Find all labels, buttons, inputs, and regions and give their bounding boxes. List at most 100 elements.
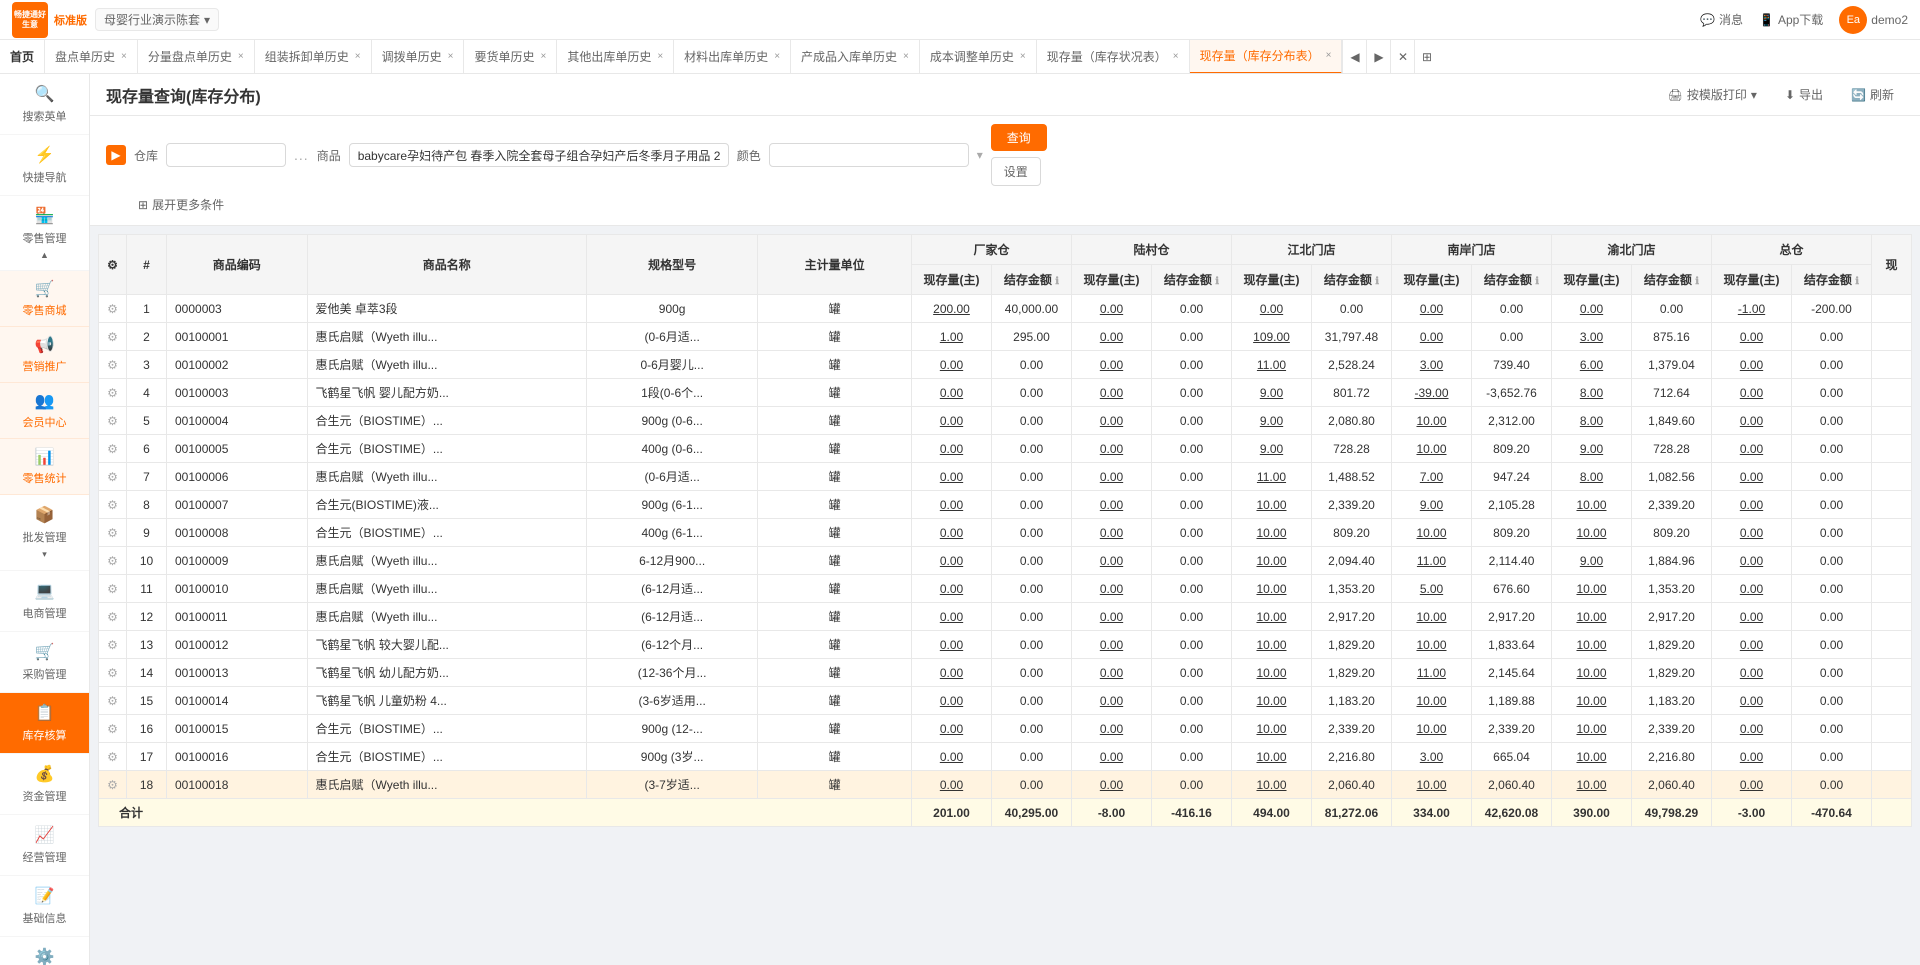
table-cell-num[interactable]: 0.00 — [912, 687, 992, 715]
color-input[interactable] — [769, 143, 969, 167]
print-btn[interactable]: 🖨 按模版打印 ▾ — [1658, 82, 1767, 107]
tab-home[interactable]: 首页 — [0, 40, 45, 74]
tab-inventory-status[interactable]: 现存量（库存状况表） × — [1037, 40, 1190, 74]
table-cell-num[interactable]: 200.00 — [912, 295, 992, 323]
table-cell-num[interactable]: 8.00 — [1552, 463, 1632, 491]
sidebar-item-marketing[interactable]: 📢 营销推广 — [0, 327, 89, 383]
tab-stock[interactable]: 盘点单历史 × — [45, 40, 138, 74]
table-cell-num[interactable]: 0.00 — [912, 659, 992, 687]
table-cell-num[interactable]: 10.00 — [1232, 715, 1312, 743]
table-cell-num[interactable]: 0.00 — [1072, 295, 1152, 323]
th-gear[interactable]: ⚙ — [99, 235, 127, 295]
table-cell-num[interactable]: 0.00 — [1072, 379, 1152, 407]
table-cell-num[interactable]: 0.00 — [1712, 435, 1792, 463]
table-cell-num[interactable]: 0.00 — [1712, 743, 1792, 771]
table-cell-num[interactable]: 0.00 — [1712, 547, 1792, 575]
sidebar-item-retail-stats[interactable]: 📊 零售统计 — [0, 439, 89, 495]
table-cell-num[interactable]: 0.00 — [1072, 323, 1152, 351]
table-cell-num[interactable]: 0.00 — [1712, 715, 1792, 743]
table-cell-num[interactable]: 0.00 — [1072, 687, 1152, 715]
sidebar-item-operations[interactable]: 📈 经营管理 — [0, 815, 89, 876]
table-cell-num[interactable]: 3.00 — [1552, 323, 1632, 351]
table-cell-num[interactable]: 0.00 — [1392, 295, 1472, 323]
tab-adjust-close[interactable]: × — [448, 51, 454, 62]
table-cell-num[interactable]: 0.00 — [1072, 575, 1152, 603]
sidebar-item-finance[interactable]: 💰 资金管理 — [0, 754, 89, 815]
tab-prev-btn[interactable]: ◀ — [1342, 40, 1366, 74]
table-cell-num[interactable]: 0.00 — [1072, 491, 1152, 519]
table-cell-num[interactable]: 0.00 — [912, 435, 992, 463]
tab-material-out[interactable]: 材料出库单历史 × — [674, 40, 791, 74]
table-cell-num[interactable]: 10.00 — [1232, 491, 1312, 519]
table-cell-num[interactable]: 0.00 — [1712, 379, 1792, 407]
table-cell-num[interactable]: 0.00 — [1712, 351, 1792, 379]
table-cell-num[interactable]: 10.00 — [1552, 491, 1632, 519]
sidebar-item-quick[interactable]: ⚡ 快捷导航 — [0, 135, 89, 196]
export-btn[interactable]: ⬇ 导出 — [1775, 82, 1833, 107]
table-cell-num[interactable]: 0.00 — [912, 771, 992, 799]
table-cell-num[interactable]: 109.00 — [1232, 323, 1312, 351]
tab-stock-sub[interactable]: 分量盘点单历史 × — [138, 40, 255, 74]
info-icon-3[interactable]: ℹ — [1375, 276, 1379, 287]
table-cell-num[interactable]: 11.00 — [1232, 351, 1312, 379]
table-cell-num[interactable]: -1.00 — [1712, 295, 1792, 323]
tab-inventory-dist-close[interactable]: × — [1326, 50, 1332, 61]
table-cell-num[interactable]: 10.00 — [1232, 687, 1312, 715]
tab-requisition-close[interactable]: × — [540, 51, 546, 62]
table-cell-num[interactable]: 11.00 — [1392, 547, 1472, 575]
sidebar-item-retail-store[interactable]: 🛒 零售商城 — [0, 271, 89, 327]
table-cell-num[interactable]: 0.00 — [1712, 687, 1792, 715]
tab-product-in-close[interactable]: × — [903, 51, 909, 62]
table-cell-num[interactable]: 7.00 — [1392, 463, 1472, 491]
info-icon-tot[interactable]: ℹ — [1855, 276, 1859, 287]
sidebar-item-wholesale[interactable]: 📦 批发管理 ▾ — [0, 495, 89, 571]
table-cell-num[interactable]: 0.00 — [912, 631, 992, 659]
tab-adjust[interactable]: 调拨单历史 × — [372, 40, 465, 74]
table-cell-num[interactable]: 0.00 — [1072, 771, 1152, 799]
table-cell-num[interactable]: 9.00 — [1232, 407, 1312, 435]
tenant-selector[interactable]: 母婴行业演示陈套 ▾ — [95, 8, 219, 31]
table-cell-num[interactable]: 0.00 — [912, 715, 992, 743]
refresh-btn[interactable]: 🔄 刷新 — [1841, 82, 1904, 107]
table-cell-num[interactable]: 10.00 — [1232, 631, 1312, 659]
tab-requisition[interactable]: 要货单历史 × — [464, 40, 557, 74]
tab-stock-sub-close[interactable]: × — [238, 51, 244, 62]
table-cell-num[interactable]: 10.00 — [1392, 407, 1472, 435]
table-cell-num[interactable]: 0.00 — [1072, 351, 1152, 379]
table-cell-num[interactable]: 0.00 — [912, 407, 992, 435]
table-cell-num[interactable]: 10.00 — [1392, 435, 1472, 463]
tab-assemble-close[interactable]: × — [355, 51, 361, 62]
table-cell-num[interactable]: 10.00 — [1552, 715, 1632, 743]
table-cell-num[interactable]: 10.00 — [1552, 631, 1632, 659]
table-cell-num[interactable]: 3.00 — [1392, 743, 1472, 771]
tab-product-in[interactable]: 产成品入库单历史 × — [791, 40, 920, 74]
table-cell-num[interactable]: 0.00 — [912, 351, 992, 379]
sidebar-item-member[interactable]: 👥 会员中心 — [0, 383, 89, 439]
table-cell-num[interactable]: 10.00 — [1552, 687, 1632, 715]
table-cell-num[interactable]: 0.00 — [1712, 659, 1792, 687]
expand-filter-btn[interactable]: ▶ — [106, 145, 126, 165]
user-menu[interactable]: Ea demo2 — [1839, 6, 1908, 34]
table-cell-num[interactable]: 3.00 — [1392, 351, 1472, 379]
table-cell-num[interactable]: 10.00 — [1552, 771, 1632, 799]
table-cell-num[interactable]: 0.00 — [1712, 491, 1792, 519]
info-icon-4[interactable]: ℹ — [1535, 276, 1539, 287]
table-cell-num[interactable]: 0.00 — [1072, 603, 1152, 631]
table-cell-num[interactable]: 10.00 — [1392, 631, 1472, 659]
tab-next-btn[interactable]: ▶ — [1366, 40, 1390, 74]
table-cell-num[interactable]: 0.00 — [912, 547, 992, 575]
table-cell-num[interactable]: 10.00 — [1232, 575, 1312, 603]
table-cell-num[interactable]: 0.00 — [1712, 575, 1792, 603]
tab-inventory-status-close[interactable]: × — [1173, 51, 1179, 62]
table-cell-num[interactable]: 0.00 — [1552, 295, 1632, 323]
table-cell-num[interactable]: 0.00 — [912, 575, 992, 603]
tab-other-out[interactable]: 其他出库单历史 × — [557, 40, 674, 74]
sidebar-item-ecom[interactable]: 💻 电商管理 — [0, 571, 89, 632]
info-icon-2[interactable]: ℹ — [1215, 276, 1219, 287]
message-btn[interactable]: 💬 消息 — [1700, 11, 1743, 28]
table-cell-num[interactable]: 0.00 — [1392, 323, 1472, 351]
table-cell-num[interactable]: 9.00 — [1232, 379, 1312, 407]
table-cell-num[interactable]: 0.00 — [912, 519, 992, 547]
tab-assemble[interactable]: 组装拆卸单历史 × — [255, 40, 372, 74]
table-cell-num[interactable]: 1.00 — [912, 323, 992, 351]
